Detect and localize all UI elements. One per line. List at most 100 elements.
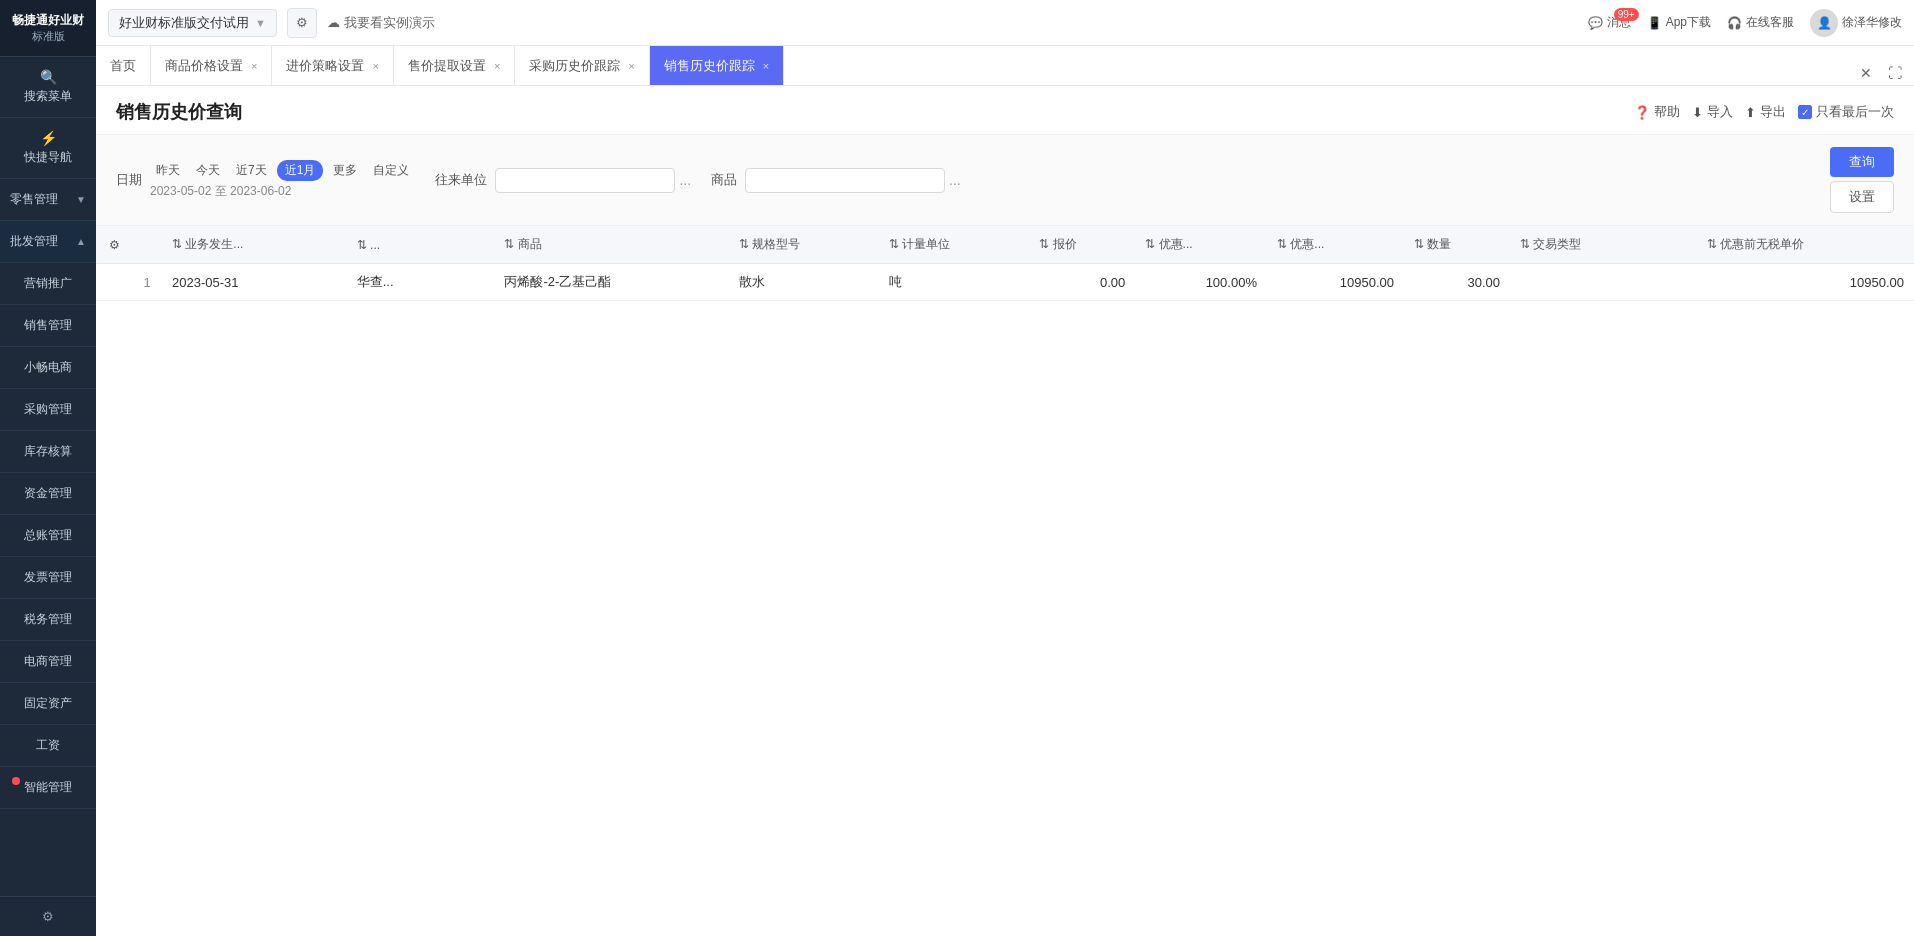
search-icon: 🔍 <box>40 69 57 85</box>
tab-close-icon[interactable]: × <box>494 60 500 72</box>
tab-sales-history[interactable]: 销售历史价跟踪 × <box>650 46 784 85</box>
avatar: 👤 <box>1810 9 1838 37</box>
export-icon: ⬆ <box>1745 105 1756 120</box>
support-button[interactable]: 🎧 在线客服 <box>1727 14 1794 31</box>
sidebar-item-ecommerce-small[interactable]: 小畅电商 <box>0 347 96 389</box>
th-unit[interactable]: ⇅ 计量单位 <box>879 226 1029 264</box>
date-range-display: 2023-05-02 至 2023-06-02 <box>150 183 415 200</box>
th-trade-type[interactable]: ⇅ 交易类型 <box>1510 226 1660 264</box>
query-button[interactable]: 查询 <box>1830 147 1894 177</box>
th-settings[interactable]: ⚙ <box>96 226 132 264</box>
product-input[interactable] <box>745 168 945 193</box>
support-label: 在线客服 <box>1746 14 1794 31</box>
message-button[interactable]: 💬 消息 99+ <box>1588 14 1631 31</box>
sidebar-item-label: 电商管理 <box>24 653 72 670</box>
demo-link[interactable]: ☁ 我要看实例演示 <box>327 14 435 32</box>
th-extra[interactable]: ⇅ ... <box>347 226 495 264</box>
table-row: 1 2023-05-31 华查... 丙烯酸-2-乙基己酯 散水 吨 0.00 … <box>96 264 1914 301</box>
td-settings <box>96 264 132 301</box>
sidebar-item-finance[interactable]: 资金管理 <box>0 473 96 515</box>
chevron-down-icon: ▼ <box>255 17 266 29</box>
th-discount1[interactable]: ⇅ 优惠... <box>1135 226 1267 264</box>
close-window-button[interactable]: ✕ <box>1856 61 1876 85</box>
page-content: 销售历史价查询 ❓ 帮助 ⬇ 导入 ⬆ 导出 <box>96 86 1914 936</box>
th-quantity[interactable]: ⇅ 数量 <box>1404 226 1510 264</box>
th-discount2[interactable]: ⇅ 优惠... <box>1267 226 1404 264</box>
th-price[interactable]: ⇅ 报价 <box>1029 226 1135 264</box>
tab-label: 首页 <box>110 57 136 75</box>
th-date[interactable]: ⇅ 业务发生... <box>162 226 347 264</box>
sidebar-item-inventory[interactable]: 库存核算 <box>0 431 96 473</box>
page-header: 销售历史价查询 ❓ 帮助 ⬇ 导入 ⬆ 导出 <box>96 86 1914 135</box>
sidebar-item-tax[interactable]: 税务管理 <box>0 599 96 641</box>
table-body: 1 2023-05-31 华查... 丙烯酸-2-乙基己酯 散水 吨 0.00 … <box>96 264 1914 301</box>
sidebar-item-label: 快捷导航 <box>24 149 72 166</box>
td-unit: 吨 <box>879 264 1029 301</box>
app-selector[interactable]: 好业财标准版交付试用 ▼ <box>108 9 277 37</box>
date-filter-label: 日期 <box>116 171 142 189</box>
th-discount1-sort-icon: ⇅ <box>1145 237 1155 251</box>
tab-purchase-history[interactable]: 采购历史价跟踪 × <box>515 46 649 85</box>
sidebar-item-salary[interactable]: 工资 <box>0 725 96 767</box>
demo-label: 我要看实例演示 <box>344 14 435 32</box>
tab-close-icon[interactable]: × <box>372 60 378 72</box>
app-download-icon: 📱 <box>1647 16 1662 30</box>
source-unit-input[interactable] <box>495 168 675 193</box>
settings-icon: ⚙ <box>296 15 308 30</box>
date-btn-yesterday[interactable]: 昨天 <box>150 160 186 181</box>
date-btn-last7[interactable]: 近7天 <box>230 160 273 181</box>
sidebar-item-label: 小畅电商 <box>24 359 72 376</box>
th-spec[interactable]: ⇅ 规格型号 <box>729 226 879 264</box>
date-btn-today[interactable]: 今天 <box>190 160 226 181</box>
tab-home[interactable]: 首页 <box>96 46 151 85</box>
tab-pricing-strategy[interactable]: 进价策略设置 × <box>272 46 393 85</box>
tab-product-price[interactable]: 商品价格设置 × <box>151 46 272 85</box>
topbar: 好业财标准版交付试用 ▼ ⚙ ☁ 我要看实例演示 💬 消息 99+ 📱 App下… <box>96 0 1914 46</box>
source-unit-label: 往来单位 <box>435 171 487 189</box>
app-download-button[interactable]: 📱 App下载 <box>1647 14 1711 31</box>
sidebar-item-search[interactable]: 🔍 搜索菜单 <box>0 57 96 118</box>
sidebar-item-label: 资金管理 <box>24 485 72 502</box>
sidebar-item-purchase[interactable]: 采购管理 <box>0 389 96 431</box>
gear-icon: ⚙ <box>42 909 54 924</box>
chevron-down-icon: ▼ <box>76 194 86 205</box>
sidebar-item-assets[interactable]: 固定资产 <box>0 683 96 725</box>
only-last-label: 只看最后一次 <box>1816 103 1894 121</box>
td-product: 丙烯酸-2-乙基己酯 <box>494 264 728 301</box>
tab-close-icon[interactable]: × <box>251 60 257 72</box>
user-menu[interactable]: 👤 徐泽华修改 <box>1810 9 1902 37</box>
tab-sale-price[interactable]: 售价提取设置 × <box>394 46 515 85</box>
topbar-settings-button[interactable]: ⚙ <box>287 8 317 38</box>
help-button[interactable]: ❓ 帮助 <box>1634 103 1680 121</box>
sidebar-item-marketing[interactable]: 营销推广 <box>0 263 96 305</box>
sidebar-item-invoice[interactable]: 发票管理 <box>0 557 96 599</box>
th-date-label: 业务发生... <box>185 237 243 251</box>
sidebar-item-ecommerce[interactable]: 电商管理 <box>0 641 96 683</box>
tab-close-icon[interactable]: × <box>763 60 769 72</box>
th-product[interactable]: ⇅ 商品 <box>494 226 728 264</box>
only-last-checkbox[interactable]: 只看最后一次 <box>1798 103 1894 121</box>
sidebar-item-label: 销售管理 <box>24 317 72 334</box>
sidebar-item-retail[interactable]: 零售管理 ▼ <box>0 179 96 221</box>
data-table-container: ⚙ ⇅ 业务发生... ⇅ ... ⇅ <box>96 226 1914 301</box>
sidebar-item-label: 发票管理 <box>24 569 72 586</box>
filter-right-actions: 查询 设置 <box>1830 147 1894 213</box>
date-btn-last1month[interactable]: 近1月 <box>277 160 324 181</box>
sidebar-item-general-ledger[interactable]: 总账管理 <box>0 515 96 557</box>
source-unit-ellipsis-button[interactable]: ... <box>679 172 691 188</box>
import-button[interactable]: ⬇ 导入 <box>1692 103 1733 121</box>
th-pretax-price[interactable]: ⇅ 优惠前无税单价 <box>1697 226 1914 264</box>
sidebar-settings-gear[interactable]: ⚙ <box>0 897 96 936</box>
date-btn-more[interactable]: 更多 <box>327 160 363 181</box>
sidebar-item-sales[interactable]: 销售管理 <box>0 305 96 347</box>
sidebar-item-quicknav[interactable]: ⚡ 快捷导航 <box>0 118 96 179</box>
sidebar-item-smart[interactable]: 智能管理 <box>0 767 96 809</box>
filter-settings-button[interactable]: 设置 <box>1830 181 1894 213</box>
tab-close-icon[interactable]: × <box>628 60 634 72</box>
sidebar-item-label: 智能管理 <box>24 779 72 796</box>
sidebar-item-wholesale[interactable]: 批发管理 ▲ <box>0 221 96 263</box>
date-btn-custom[interactable]: 自定义 <box>367 160 415 181</box>
product-ellipsis-button[interactable]: ... <box>949 172 961 188</box>
export-button[interactable]: ⬆ 导出 <box>1745 103 1786 121</box>
maximize-window-button[interactable]: ⛶ <box>1884 61 1906 85</box>
